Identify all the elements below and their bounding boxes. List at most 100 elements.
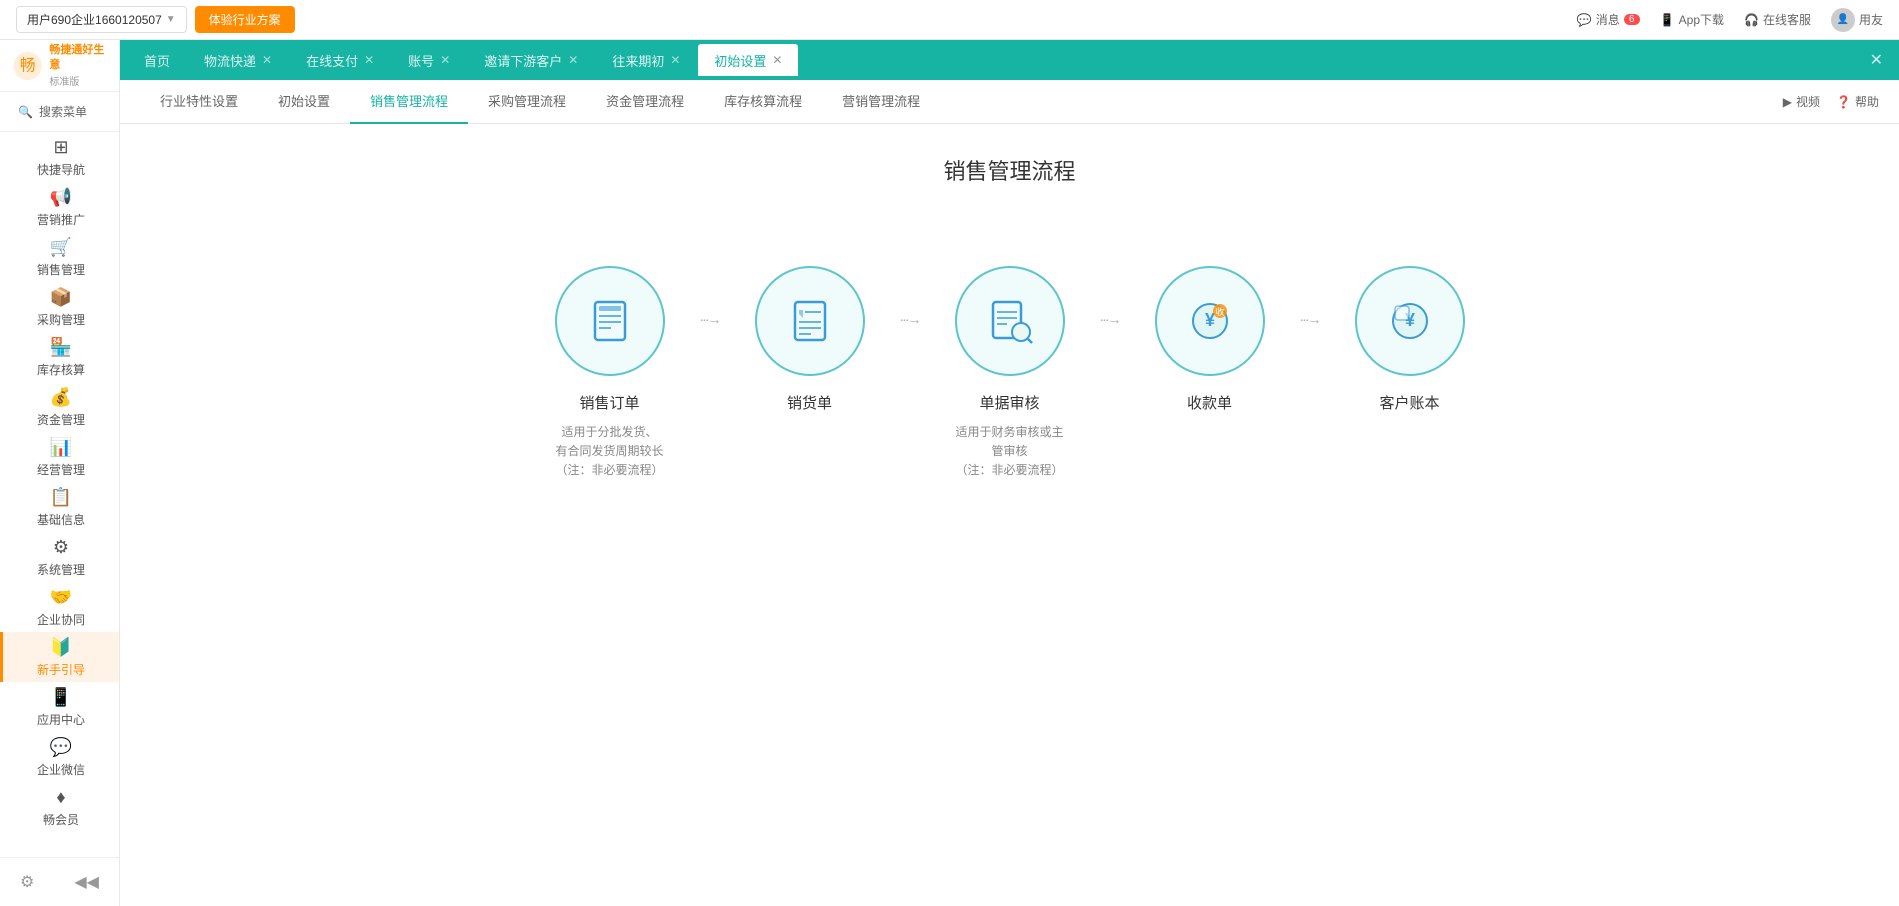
sidebar-item-member[interactable]: ♦畅会员 bbox=[0, 782, 119, 832]
logo-icon: 畅 bbox=[12, 48, 43, 84]
collapse-icon[interactable]: ◀◀ bbox=[68, 866, 105, 898]
main-content: 行业特性设置初始设置销售管理流程采购管理流程资金管理流程库存核算流程营销管理流程… bbox=[120, 80, 1899, 906]
flow-item-sales-order[interactable]: 销售订单适用于分批发货、有合同发货周期较长（注：非必要流程） bbox=[520, 266, 700, 481]
sidebar-bottom: ⚙ ◀◀ bbox=[0, 857, 119, 906]
sidebar-items: ⊞快捷导航📢营销推广🛒销售管理 📦 采购管理 🏪库存核算💰资金管理📊经营管理 📋 基础信息… bbox=[0, 132, 119, 857]
search-icon: 🔍 bbox=[18, 105, 33, 119]
sidebar-item-finance[interactable]: 💰资金管理 bbox=[0, 382, 119, 432]
sidebar-label-sales: 销售管理 bbox=[37, 261, 85, 278]
basic-info-icon: 📋 bbox=[50, 487, 72, 508]
page-content: 销售管理流程 销售订单适用于分批发货、有合同发货周期较长（注：非必要流程）···… bbox=[120, 124, 1899, 906]
sidebar-item-guide[interactable]: 🔰新手引导 bbox=[0, 632, 119, 682]
wechat-icon: 💬 bbox=[50, 737, 72, 758]
settings-icon[interactable]: ⚙ bbox=[14, 866, 40, 898]
flow-desc-sales-order: 适用于分批发货、有合同发货周期较长（注：非必要流程） bbox=[555, 423, 663, 481]
user-selector[interactable]: 用户690企业1660120507 ▼ bbox=[16, 6, 187, 33]
flow-circle-sales-invoice bbox=[755, 266, 865, 376]
sidebar-item-basic-info[interactable]: 📋 基础信息 bbox=[0, 482, 119, 532]
nav-tab-home[interactable]: 首页 bbox=[128, 44, 186, 76]
help-label: 帮助 bbox=[1855, 93, 1879, 110]
sidebar-search[interactable]: 🔍 搜索菜单 bbox=[0, 92, 119, 132]
sub-tab-purchase-flow[interactable]: 采购管理流程 bbox=[468, 80, 586, 124]
sidebar-item-collab[interactable]: 🤝 企业协同 bbox=[0, 582, 119, 632]
sidebar-label-basic-info: 基础信息 bbox=[37, 511, 85, 528]
search-label: 搜索菜单 bbox=[39, 103, 87, 120]
flow-arrow-1: ···→ bbox=[700, 266, 720, 327]
sidebar-item-marketing[interactable]: 📢营销推广 bbox=[0, 182, 119, 232]
sub-tab-marketing-flow[interactable]: 营销管理流程 bbox=[822, 80, 940, 124]
sub-tab-label-init: 初始设置 bbox=[278, 91, 330, 110]
sidebar-item-wechat[interactable]: 💬 企业微信 bbox=[0, 732, 119, 782]
operations-icon: 📊 bbox=[50, 437, 72, 458]
close-tab-period-init-icon[interactable]: ✕ bbox=[670, 53, 680, 67]
close-tab-account-icon[interactable]: ✕ bbox=[440, 53, 450, 67]
flow-item-doc-review[interactable]: 单据审核适用于财务审核或主管审核（注：非必要流程） bbox=[920, 266, 1100, 481]
service-btn[interactable]: 🎧 在线客服 bbox=[1744, 11, 1811, 28]
sub-tab-label-industry: 行业特性设置 bbox=[160, 91, 238, 110]
sidebar-item-quick-nav[interactable]: ⊞快捷导航 bbox=[0, 132, 119, 182]
close-tab-init-settings-icon[interactable]: ✕ bbox=[772, 53, 782, 67]
video-help-btn[interactable]: ▶ 视频 bbox=[1783, 93, 1820, 110]
nav-tab-label-init-settings: 初始设置 bbox=[714, 51, 766, 70]
flow-arrow-4: ···→ bbox=[1300, 266, 1320, 327]
sidebar-item-system[interactable]: ⚙系统管理 bbox=[0, 532, 119, 582]
flow-item-sales-invoice[interactable]: 销货单 bbox=[720, 266, 900, 423]
app-download-btn[interactable]: 📱 App下载 bbox=[1660, 11, 1724, 28]
nav-tab-invite[interactable]: 邀请下游客户✕ bbox=[468, 44, 594, 76]
sidebar-item-inventory[interactable]: 🏪库存核算 bbox=[0, 332, 119, 382]
app-center-icon: 📱 bbox=[50, 687, 72, 708]
sub-tab-init[interactable]: 初始设置 bbox=[258, 80, 350, 124]
sub-tab-finance-flow[interactable]: 资金管理流程 bbox=[586, 80, 704, 124]
app-label: App下载 bbox=[1679, 11, 1724, 28]
nav-tabs: 首页物流快递✕在线支付✕账号✕邀请下游客户✕往来期初✕初始设置✕✕ bbox=[120, 40, 1899, 80]
page-title: 销售管理流程 bbox=[140, 154, 1879, 186]
close-tab-payment-icon[interactable]: ✕ bbox=[364, 53, 374, 67]
sub-tab-industry[interactable]: 行业特性设置 bbox=[140, 80, 258, 124]
flow-circle-sales-order bbox=[555, 266, 665, 376]
flow-item-customer-ledger[interactable]: ¥ 客户账本 bbox=[1320, 266, 1500, 423]
sidebar-item-operations[interactable]: 📊经营管理 bbox=[0, 432, 119, 482]
nav-tab-account[interactable]: 账号 ✕ bbox=[392, 44, 466, 76]
help-icon: ❓ bbox=[1836, 95, 1851, 109]
sidebar-label-guide: 新手引导 bbox=[37, 661, 85, 678]
collab-icon: 🤝 bbox=[50, 587, 72, 608]
sub-tab-sales-flow[interactable]: 销售管理流程 bbox=[350, 80, 468, 124]
nav-tab-payment[interactable]: 在线支付✕ bbox=[290, 44, 390, 76]
sidebar-item-app-center[interactable]: 📱 应用中心 bbox=[0, 682, 119, 732]
sub-tab-label-purchase-flow: 采购管理流程 bbox=[488, 91, 566, 110]
flow-circle-customer-ledger: ¥ bbox=[1355, 266, 1465, 376]
nav-tab-period-init[interactable]: 往来期初✕ bbox=[596, 44, 696, 76]
flow-label-receipt: 收款单 bbox=[1187, 392, 1232, 413]
flow-arrow-2: ···→ bbox=[900, 266, 920, 327]
top-bar-right: 💬 消息 6 📱 App下载 🎧 在线客服 👤 用友 bbox=[1577, 8, 1883, 32]
quick-nav-icon: ⊞ bbox=[53, 137, 68, 158]
sidebar-label-wechat: 企业微信 bbox=[37, 761, 85, 778]
member-icon: ♦ bbox=[56, 787, 65, 808]
sidebar-item-purchase[interactable]: 📦 采购管理 bbox=[0, 282, 119, 332]
user-avatar-btn[interactable]: 👤 用友 bbox=[1831, 8, 1883, 32]
flow-item-receipt[interactable]: ¥ 收 收款单 bbox=[1120, 266, 1300, 423]
sidebar-label-app-center: 应用中心 bbox=[37, 711, 85, 728]
trial-button[interactable]: 体验行业方案 bbox=[195, 6, 295, 33]
headset-icon: 🎧 bbox=[1744, 13, 1759, 27]
sidebar-label-collab: 企业协同 bbox=[37, 611, 85, 628]
purchase-icon: 📦 bbox=[50, 287, 72, 308]
sidebar-label-system: 系统管理 bbox=[37, 561, 85, 578]
sidebar-item-sales[interactable]: 🛒销售管理 bbox=[0, 232, 119, 282]
sub-tab-label-marketing-flow: 营销管理流程 bbox=[842, 91, 920, 110]
sub-tab-inventory-flow[interactable]: 库存核算流程 bbox=[704, 80, 822, 124]
message-btn[interactable]: 💬 消息 6 bbox=[1577, 11, 1640, 28]
message-icon: 💬 bbox=[1577, 13, 1592, 27]
close-tab-invite-icon[interactable]: ✕ bbox=[568, 53, 578, 67]
sidebar-label-purchase: 采购管理 bbox=[37, 311, 85, 328]
dropdown-arrow-icon: ▼ bbox=[166, 14, 176, 25]
nav-tab-logistics[interactable]: 物流快递✕ bbox=[188, 44, 288, 76]
close-all-tabs-icon[interactable]: ✕ bbox=[1862, 50, 1891, 70]
nav-tab-init-settings[interactable]: 初始设置 ✕ bbox=[698, 44, 798, 76]
svg-text:收: 收 bbox=[1215, 306, 1224, 317]
flow-label-sales-order: 销售订单 bbox=[579, 392, 639, 413]
help-btn[interactable]: ❓ 帮助 bbox=[1836, 93, 1879, 110]
close-tab-logistics-icon[interactable]: ✕ bbox=[262, 53, 272, 67]
nav-tab-label-account: 账号 bbox=[408, 51, 434, 70]
flow-label-sales-invoice: 销货单 bbox=[787, 392, 832, 413]
